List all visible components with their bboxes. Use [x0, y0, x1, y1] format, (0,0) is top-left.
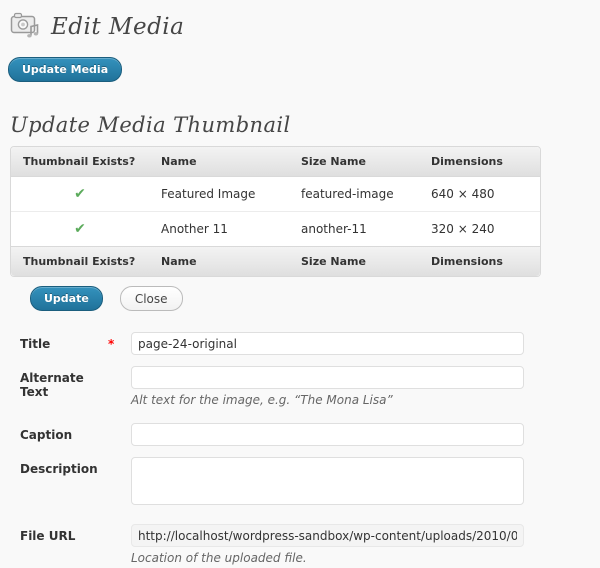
column-header-dimensions: Dimensions	[419, 147, 540, 177]
alternate-text-input[interactable]	[131, 366, 524, 389]
table-row: ✔ Featured Image featured-image 640 × 48…	[11, 177, 540, 211]
name-cell: Featured Image	[149, 177, 289, 211]
file-url-input[interactable]	[131, 524, 524, 547]
file-url-label: File URL	[20, 529, 76, 543]
required-marker: *	[108, 337, 115, 351]
alternate-text-label: Alternate Text	[20, 371, 84, 399]
dimensions-cell: 320 × 240	[419, 211, 540, 246]
column-header-name: Name	[149, 147, 289, 177]
caption-input[interactable]	[131, 423, 524, 446]
page-header: Edit Media	[10, 10, 592, 44]
edit-media-page: Edit Media Update Media Update Media Thu…	[0, 0, 600, 568]
description-textarea[interactable]	[131, 457, 524, 505]
top-submit-row: Update Media	[8, 57, 592, 82]
size-name-cell: another-11	[289, 211, 419, 246]
dimensions-cell: 640 × 480	[419, 177, 540, 211]
close-button[interactable]: Close	[119, 286, 183, 311]
title-input[interactable]	[131, 332, 524, 355]
check-icon: ✔	[74, 186, 86, 202]
description-row: Description	[8, 457, 592, 508]
file-url-help: Location of the uploaded file.	[131, 551, 307, 565]
thumbnail-exists-cell: ✔	[11, 211, 149, 246]
media-camera-icon	[10, 12, 42, 43]
alternate-text-help: Alt text for the image, e.g. “The Mona L…	[131, 393, 393, 407]
column-header-thumbnail-exists: Thumbnail Exists?	[11, 147, 149, 177]
check-icon: ✔	[74, 221, 86, 237]
footer-size-name: Size Name	[289, 246, 419, 276]
thumbnail-table: Thumbnail Exists? Name Size Name Dimensi…	[10, 146, 541, 277]
caption-label: Caption	[20, 428, 73, 442]
caption-row: Caption	[8, 423, 592, 446]
thumbnail-buttons-row: Update Close	[30, 286, 592, 311]
description-label: Description	[20, 462, 98, 476]
thumbnail-exists-cell: ✔	[11, 177, 149, 211]
title-label: Title	[20, 337, 51, 351]
footer-thumbnail-exists: Thumbnail Exists?	[11, 246, 149, 276]
thumbnail-section-heading: Update Media Thumbnail	[10, 113, 291, 137]
column-header-size-name: Size Name	[289, 147, 419, 177]
thumbnail-table-header: Thumbnail Exists? Name Size Name Dimensi…	[11, 147, 540, 177]
file-url-row: File URL Location of the uploaded file.	[8, 524, 592, 565]
size-name-cell: featured-image	[289, 177, 419, 211]
update-thumbnail-button[interactable]: Update	[30, 286, 103, 311]
thumbnail-table-footer: Thumbnail Exists? Name Size Name Dimensi…	[11, 246, 540, 276]
alternate-text-row: Alternate Text Alt text for the image, e…	[8, 366, 592, 407]
media-edit-form: Title * Alternate Text Alt text for the …	[8, 332, 592, 565]
title-row: Title *	[8, 332, 592, 355]
footer-name: Name	[149, 246, 289, 276]
update-media-button-top[interactable]: Update Media	[8, 57, 123, 82]
footer-dimensions: Dimensions	[419, 246, 540, 276]
page-title: Edit Media	[51, 14, 185, 40]
table-row: ✔ Another 11 another-11 320 × 240	[11, 211, 540, 246]
name-cell: Another 11	[149, 211, 289, 246]
